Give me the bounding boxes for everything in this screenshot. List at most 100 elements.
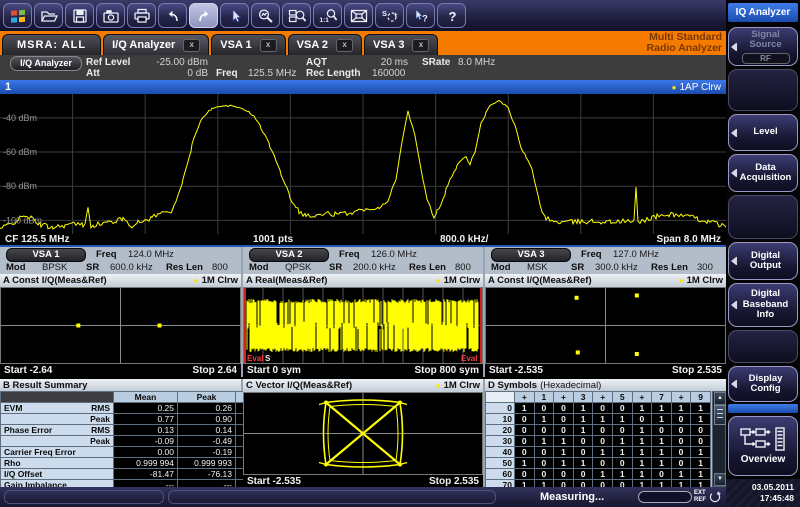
symbol-value-cell: 1 xyxy=(534,436,554,447)
peak-value-cell: 0.14 xyxy=(178,425,236,436)
status-field-2 xyxy=(168,490,496,504)
table-row: Carrier Freq Error0.00-0.19Hz xyxy=(1,447,270,458)
vsa-1-tab[interactable]: VSA 1 xyxy=(6,248,86,262)
open-file-button[interactable] xyxy=(34,3,63,28)
select-pointer-icon xyxy=(225,8,245,24)
tab-label: VSA 1 xyxy=(220,39,251,51)
tab-i-q-analyzer[interactable]: I/Q Analyzerx xyxy=(103,34,209,55)
table-row: Phase ErrorRMS0.130.14deg xyxy=(1,425,270,436)
reclength-label: Rec Length xyxy=(306,68,360,79)
softkey-blank-4[interactable] xyxy=(728,195,798,239)
header-corner-cell xyxy=(1,392,114,403)
tab-msra-all[interactable]: MSRA: ALL xyxy=(2,34,101,55)
trace-color-dot-icon: ● xyxy=(194,276,199,285)
sequencer-icon: S xyxy=(380,8,400,24)
freq-label: Freq xyxy=(581,249,602,260)
freq-value: 127.0 MHz xyxy=(613,249,659,260)
vsa-2-tab[interactable]: VSA 2 xyxy=(249,248,329,262)
select-pointer-button[interactable] xyxy=(220,3,249,28)
points-readout: 1001 pts xyxy=(253,234,293,245)
row-label-cell: EVMRMS xyxy=(1,403,114,414)
scroll-down-icon[interactable]: ▼ xyxy=(714,473,726,486)
ext-ref-icon xyxy=(708,490,722,504)
softkey-digital-baseband-info[interactable]: Digital Baseband Info xyxy=(728,283,798,327)
close-icon[interactable]: x xyxy=(412,39,429,52)
softkey-digital-output[interactable]: Digital Output xyxy=(728,242,798,280)
redo-button[interactable] xyxy=(189,3,218,28)
tab-vsa-1[interactable]: VSA 1 x xyxy=(211,34,285,55)
vsa-3-tab[interactable]: VSA 3 xyxy=(491,248,571,262)
symbol-value-cell: 1 xyxy=(612,436,632,447)
softkey-blank-7[interactable] xyxy=(728,330,798,363)
save-button[interactable] xyxy=(65,3,94,28)
softkey-level[interactable]: Level xyxy=(728,114,798,151)
span-readout: Span 8.0 MHz xyxy=(657,234,721,245)
display-layout-button[interactable] xyxy=(344,3,373,28)
symbol-value-cell: 1 xyxy=(691,414,711,425)
peak-value-cell: -0.49 xyxy=(178,436,236,447)
softkey-blank-1[interactable] xyxy=(728,69,798,111)
close-icon[interactable]: x xyxy=(336,39,353,52)
freq-label: Freq xyxy=(216,68,238,79)
peak-value-cell: -76.13 xyxy=(178,469,236,480)
eval-start-marker: S xyxy=(265,354,271,363)
tab-vsa-3[interactable]: VSA 3x xyxy=(364,34,438,55)
zoom-button[interactable] xyxy=(251,3,280,28)
context-help-button[interactable]: ? xyxy=(406,3,435,28)
symbol-value-cell: 0 xyxy=(515,447,535,458)
softkey-menu-header: IQ Analyzer xyxy=(728,3,798,22)
channel-button[interactable]: I/Q Analyzer xyxy=(10,56,82,71)
tab-vsa-2[interactable]: VSA 2x xyxy=(288,34,362,55)
y-axis-tick-label: -100 dBm xyxy=(3,215,42,225)
windows-logo-button[interactable] xyxy=(3,3,32,28)
mean-value-cell: -0.09 xyxy=(114,436,178,447)
zoom-icon xyxy=(256,8,276,24)
vsa-2-trace-legend: ●1M Clrw xyxy=(436,275,480,286)
symbol-value-cell: 1 xyxy=(573,403,593,414)
symbol-value-cell: 1 xyxy=(612,414,632,425)
srate-label: SRate xyxy=(422,57,450,68)
constellation-point xyxy=(635,352,639,356)
redo-icon xyxy=(194,8,214,24)
close-icon[interactable]: x xyxy=(183,39,200,52)
res-len-value: 800 xyxy=(212,262,228,273)
mean-value-cell: 0.13 xyxy=(114,425,178,436)
symbol-row-label: 30 xyxy=(486,436,515,447)
eval-range-right-label: Eval xyxy=(461,354,477,363)
symbol-value-cell: 0 xyxy=(573,436,593,447)
help-button[interactable]: ? xyxy=(437,3,466,28)
close-icon[interactable]: x xyxy=(260,39,277,52)
symbols-scrollbar[interactable]: ▲ ▼ xyxy=(712,391,726,487)
symbol-value-cell: 1 xyxy=(632,436,652,447)
table-row: EVMRMS0.250.26% xyxy=(1,403,270,414)
symbol-column-header: + xyxy=(554,392,574,403)
softkey-display-config[interactable]: Display Config xyxy=(728,366,798,402)
vector-panel-title: C Vector I/Q(Meas&Ref) xyxy=(246,380,352,391)
vector-trace-legend: ● 1M Clrw xyxy=(436,380,480,391)
symbol-value-cell: 1 xyxy=(612,447,632,458)
sequencer-button[interactable]: S xyxy=(375,3,404,28)
vsa-3-plot xyxy=(485,287,726,364)
scroll-up-icon[interactable]: ▲ xyxy=(714,392,726,405)
softkey-signal-source[interactable]: Signal SourceRF xyxy=(728,27,798,66)
symbol-value-cell: 1 xyxy=(593,414,613,425)
multi-zoom-button[interactable] xyxy=(282,3,311,28)
zoom-1to1-icon: 1:1 xyxy=(318,8,338,24)
freq-label: Freq xyxy=(339,249,360,260)
symbol-value-cell: 1 xyxy=(515,403,535,414)
undo-button[interactable] xyxy=(158,3,187,28)
overview-button[interactable]: Overview xyxy=(728,416,798,476)
y-axis-tick-label: -80 dBm xyxy=(3,181,37,191)
softkey-data-acquisition[interactable]: Data Acquisition xyxy=(728,154,798,192)
mean-value-cell: 0.25 xyxy=(114,403,178,414)
print-button[interactable] xyxy=(127,3,156,28)
zoom-1to1-button[interactable]: 1:1 xyxy=(313,3,342,28)
measuring-status: Measuring... xyxy=(540,491,604,503)
vsa-1-footer: Start -2.64Stop 2.64 xyxy=(0,364,241,377)
screenshot-button[interactable] xyxy=(96,3,125,28)
softkey-label: Display Config xyxy=(738,374,793,395)
symbol-value-cell: 1 xyxy=(573,414,593,425)
softkey-label: Signal Source xyxy=(738,30,793,51)
scrollbar-thumb[interactable] xyxy=(714,405,726,425)
vsa-3-info: VSA 3Freq127.0 MHzModMSKSR300.0 kHzRes L… xyxy=(485,247,726,274)
